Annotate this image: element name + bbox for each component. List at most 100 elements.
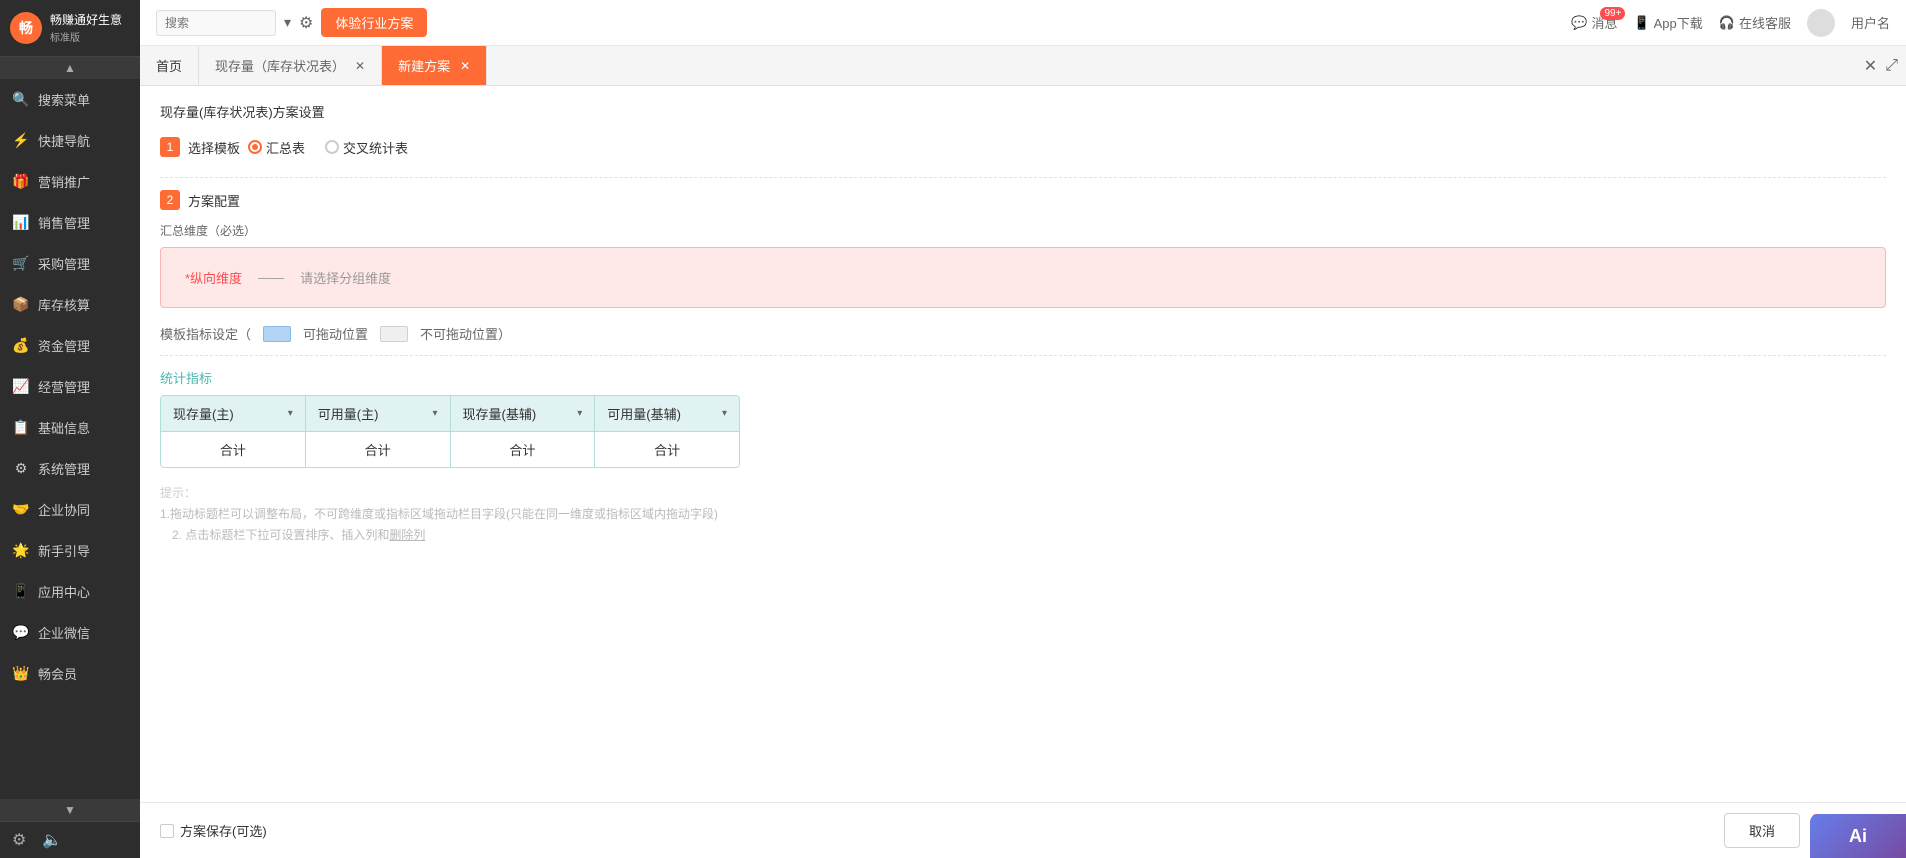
save-label: 方案保存(可选) — [180, 821, 267, 840]
sidebar-items-container: 🔍 搜索菜单 ⚡ 快捷导航 🎁 营销推广 📊 销售管理 🛒 采购管理 📦 库存核… — [0, 79, 140, 799]
cancel-button[interactable]: 取消 — [1724, 813, 1800, 848]
stats-col-1[interactable]: 可用量(主) ▾ — [306, 396, 451, 431]
stats-col-3[interactable]: 可用量(基辅) ▾ — [595, 396, 739, 431]
sidebar-item-label: 应用中心 — [38, 582, 90, 601]
tabs-bar: 首页 现存量（库存状况表） ✕ 新建方案 ✕ ✕ ⤢ — [140, 46, 1906, 86]
radio-summary-dot — [248, 140, 262, 154]
tip-0: 1.拖动标题栏可以调整布局，不可跨维度或指标区域拖动栏目字段(只能在同一维度或指… — [160, 505, 1886, 522]
save-option[interactable]: 方案保存(可选) — [160, 821, 267, 840]
page-title: 现存量(库存状况表)方案设置 — [160, 102, 1886, 121]
dropdown-icon[interactable]: ▾ — [284, 14, 291, 31]
sidebar-item-guide[interactable]: 🌟 新手引导 — [0, 530, 140, 571]
bottom-bar: 方案保存(可选) 取消 查询 — [140, 802, 1906, 858]
online-service-button[interactable]: 🎧 在线客服 — [1719, 13, 1791, 32]
sidebar-item-marketing[interactable]: 🎁 营销推广 — [0, 161, 140, 202]
stats-col-2[interactable]: 现存量(基辅) ▾ — [451, 396, 596, 431]
message-badge: 99+ — [1600, 7, 1625, 20]
sidebar-item-system[interactable]: ⚙ 系统管理 — [0, 448, 140, 489]
fixed-label: 不可拖动位置） — [420, 324, 511, 343]
tab-new-scheme-close[interactable]: ✕ — [460, 59, 470, 73]
sidebar-bottom: ⚙ 🔈 — [0, 821, 140, 858]
radio-summary-table[interactable]: 汇总表 — [248, 138, 305, 157]
topbar-left: ▾ ⚙ 体验行业方案 — [156, 8, 1559, 37]
search-menu-icon: 🔍 — [12, 91, 30, 109]
collab-icon: 🤝 — [12, 501, 30, 519]
delete-col-link[interactable]: 删除列 — [389, 528, 425, 542]
trial-button[interactable]: 体验行业方案 — [321, 8, 427, 37]
stats-table-row: 合计 合计 合计 合计 — [161, 431, 739, 467]
sidebar-logo: 畅 畅赚通好生意 标准版 — [0, 0, 140, 57]
guide-icon: 🌟 — [12, 542, 30, 560]
template-indicator: 模板指标设定（ 可拖动位置 不可拖动位置） — [160, 324, 1886, 343]
radio-summary-label: 汇总表 — [266, 138, 305, 157]
volume-icon[interactable]: 🔈 — [42, 830, 62, 850]
stats-table: 现存量(主) ▾ 可用量(主) ▾ 现存量(基辅) ▾ 可用量(基辅) ▾ — [160, 395, 740, 468]
tips-title: 提示： — [160, 484, 1886, 501]
sidebar-item-operations[interactable]: 📈 经营管理 — [0, 366, 140, 407]
sidebar-item-sales[interactable]: 📊 销售管理 — [0, 202, 140, 243]
radio-cross-label: 交叉统计表 — [343, 138, 408, 157]
sidebar-item-basic-info[interactable]: 📋 基础信息 — [0, 407, 140, 448]
system-icon: ⚙ — [12, 460, 30, 478]
sidebar-item-collab[interactable]: 🤝 企业协同 — [0, 489, 140, 530]
sidebar-item-label: 畅会员 — [38, 664, 77, 683]
sidebar-item-label: 经营管理 — [38, 377, 90, 396]
fixed-indicator-box — [380, 326, 408, 342]
col-1-chevron[interactable]: ▾ — [432, 408, 437, 419]
divider-1 — [160, 177, 1886, 178]
stats-section-title: 统计指标 — [160, 368, 1886, 387]
sidebar-scroll-up[interactable]: ▲ — [0, 57, 140, 79]
col-0-chevron[interactable]: ▾ — [288, 408, 293, 419]
tab-close-all-button[interactable]: ✕ — [1864, 56, 1877, 76]
tab-inventory-close[interactable]: ✕ — [355, 59, 365, 73]
save-checkbox[interactable] — [160, 824, 174, 838]
sidebar-item-purchase[interactable]: 🛒 采购管理 — [0, 243, 140, 284]
radio-cross-table[interactable]: 交叉统计表 — [325, 138, 408, 157]
section-1-header: 1 选择模板 汇总表 交叉统计表 — [160, 137, 1886, 157]
tip-1-text: 2. 点击标题栏下拉可设置排序、插入列和 — [160, 528, 389, 542]
template-radio-group: 汇总表 交叉统计表 — [248, 138, 408, 157]
sidebar-scroll-down[interactable]: ▼ — [0, 799, 140, 821]
tab-expand-button[interactable]: ⤢ — [1885, 57, 1898, 75]
section-2-num: 2 — [160, 190, 180, 210]
sidebar-item-search[interactable]: 🔍 搜索菜单 — [0, 79, 140, 120]
sidebar-item-finance[interactable]: 💰 资金管理 — [0, 325, 140, 366]
topbar-right: 💬 消息 99+ 📱 App下载 🎧 在线客服 用户名 — [1571, 9, 1890, 37]
indicator-label-prefix: 模板指标设定（ — [160, 324, 251, 343]
app-version: 标准版 — [50, 29, 122, 44]
sidebar-item-nav[interactable]: ⚡ 快捷导航 — [0, 120, 140, 161]
col-3-chevron[interactable]: ▾ — [722, 408, 727, 419]
stats-col-0[interactable]: 现存量(主) ▾ — [161, 396, 306, 431]
app-download-button[interactable]: 📱 App下载 — [1633, 13, 1702, 32]
settings-icon[interactable]: ⚙ — [12, 830, 26, 850]
tab-inventory[interactable]: 现存量（库存状况表） ✕ — [199, 46, 382, 85]
sidebar-item-appstore[interactable]: 📱 应用中心 — [0, 571, 140, 612]
sidebar-item-label: 库存核算 — [38, 295, 90, 314]
username-label[interactable]: 用户名 — [1851, 13, 1890, 32]
sidebar-item-wechat[interactable]: 💬 企业微信 — [0, 612, 140, 653]
marketing-icon: 🎁 — [12, 173, 30, 191]
col-2-chevron[interactable]: ▾ — [577, 408, 582, 419]
tab-new-scheme[interactable]: 新建方案 ✕ — [382, 46, 487, 85]
search-input[interactable] — [156, 10, 276, 36]
sidebar-item-member[interactable]: 👑 畅会员 — [0, 653, 140, 694]
dimension-required-label: *纵向维度 — [185, 268, 242, 287]
stats-cell-2: 合计 — [451, 432, 596, 467]
sales-icon: 📊 — [12, 214, 30, 232]
main-area: ▾ ⚙ 体验行业方案 💬 消息 99+ 📱 App下载 🎧 在线客服 用户名 — [140, 0, 1906, 858]
service-icon: 🎧 — [1719, 15, 1735, 31]
member-icon: 👑 — [12, 665, 30, 683]
sidebar-item-label: 企业微信 — [38, 623, 90, 642]
tips-area: 提示： 1.拖动标题栏可以调整布局，不可跨维度或指标区域拖动栏目字段(只能在同一… — [160, 484, 1886, 543]
dimension-area[interactable]: *纵向维度 —— 请选择分组维度 — [160, 247, 1886, 308]
section-1-title: 选择模板 — [188, 138, 240, 157]
message-button[interactable]: 💬 消息 99+ — [1571, 13, 1617, 32]
ai-float-button[interactable]: Ai — [1810, 814, 1906, 858]
sidebar-item-inventory[interactable]: 📦 库存核算 — [0, 284, 140, 325]
content-area: 现存量(库存状况表)方案设置 1 选择模板 汇总表 交叉统计表 — [140, 86, 1906, 802]
tab-home[interactable]: 首页 — [140, 46, 199, 85]
user-avatar[interactable] — [1807, 9, 1835, 37]
app-download-label: App下载 — [1654, 13, 1703, 32]
topbar-gear-icon[interactable]: ⚙ — [299, 13, 313, 33]
section-2-header: 2 方案配置 — [160, 190, 1886, 210]
